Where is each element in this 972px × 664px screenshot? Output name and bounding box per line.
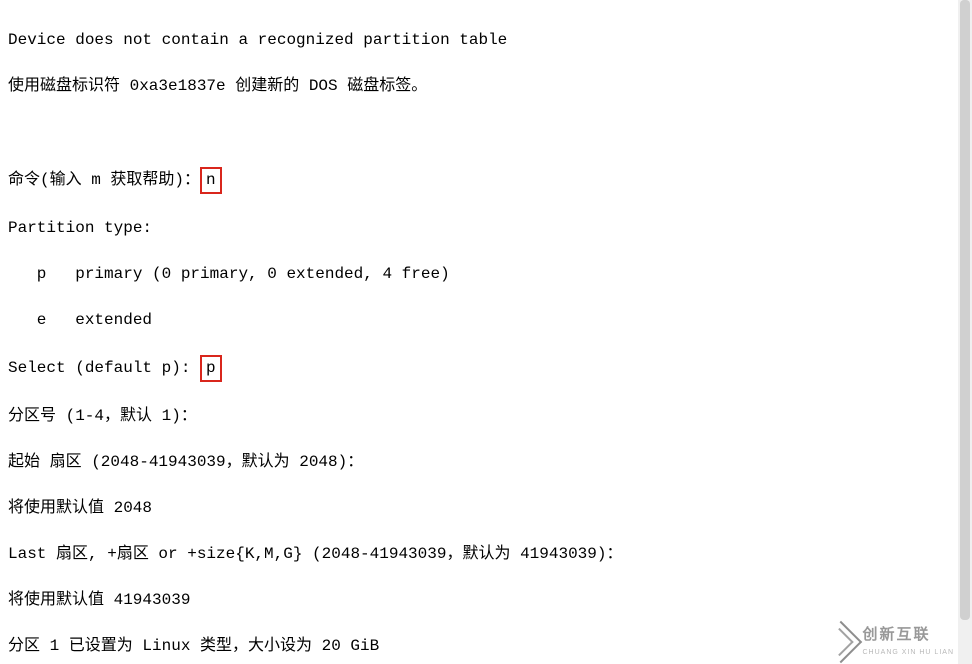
watermark-brand: 创新互联 bbox=[862, 626, 930, 643]
watermark-logo-icon bbox=[820, 621, 862, 663]
scrollbar-thumb[interactable] bbox=[960, 0, 970, 620]
watermark: 创新互联 CHUANG XIN HU LIAN bbox=[826, 627, 954, 659]
line-last-sector: Last 扇区, +扇区 or +size{K,M,G} (2048-41943… bbox=[8, 543, 964, 566]
line-default-2048: 将使用默认值 2048 bbox=[8, 497, 964, 520]
scrollbar[interactable] bbox=[958, 0, 972, 664]
highlight-n: n bbox=[200, 167, 222, 194]
line-command-n: 命令(输入 m 获取帮助)：n bbox=[8, 167, 964, 194]
terminal-output: Device does not contain a recognized par… bbox=[0, 0, 972, 664]
watermark-text: 创新互联 CHUANG XIN HU LIAN bbox=[862, 627, 954, 659]
line-device-warning: Device does not contain a recognized par… bbox=[8, 29, 964, 52]
watermark-sub: CHUANG XIN HU LIAN bbox=[862, 649, 954, 656]
line-partition-number: 分区号 (1-4，默认 1)： bbox=[8, 405, 964, 428]
line-partition-set: 分区 1 已设置为 Linux 类型，大小设为 20 GiB bbox=[8, 635, 964, 658]
line-disk-identifier: 使用磁盘标识符 0xa3e1837e 创建新的 DOS 磁盘标签。 bbox=[8, 75, 964, 98]
highlight-p1: p bbox=[200, 355, 222, 382]
line-blank bbox=[8, 121, 964, 144]
line-default-last: 将使用默认值 41943039 bbox=[8, 589, 964, 612]
line-option-extended: e extended bbox=[8, 309, 964, 332]
line-option-primary: p primary (0 primary, 0 extended, 4 free… bbox=[8, 263, 964, 286]
prompt-text: 命令(输入 m 获取帮助)： bbox=[8, 171, 200, 189]
line-partition-type: Partition type: bbox=[8, 217, 964, 240]
prompt-text: Select (default p): bbox=[8, 359, 200, 377]
line-first-sector: 起始 扇区 (2048-41943039，默认为 2048)： bbox=[8, 451, 964, 474]
line-select-p: Select (default p): p bbox=[8, 355, 964, 382]
